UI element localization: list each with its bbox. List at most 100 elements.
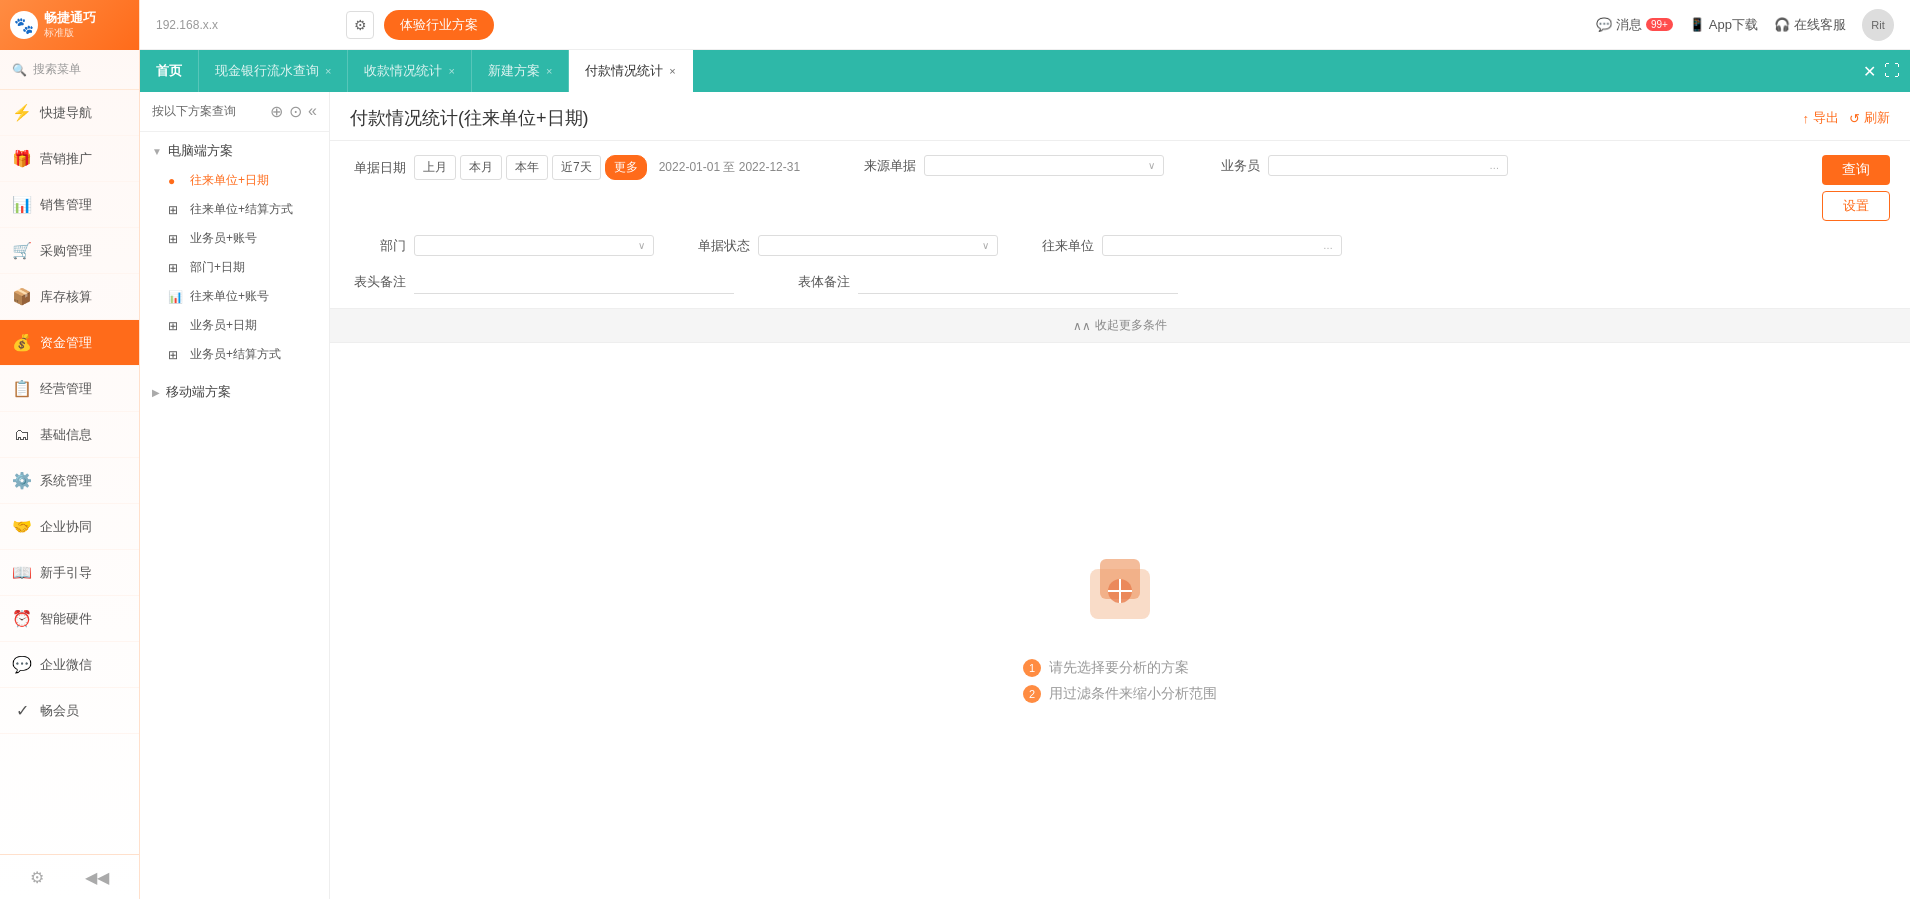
unit-date-icon: ● — [168, 174, 184, 188]
date-this-month[interactable]: 本月 — [460, 155, 502, 180]
tab-payment-stats[interactable]: 付款情况统计 × — [569, 50, 692, 92]
source-filter-group: 来源单据 ∨ — [860, 155, 1164, 176]
sidebar-item-enterprise[interactable]: 🤝 企业协同 — [0, 504, 139, 550]
date-range: 2022-01-01 至 2022-12-31 — [659, 159, 800, 176]
scheme-settings-btn[interactable]: ⊙ — [289, 102, 302, 121]
guide-icon: 📖 — [12, 563, 32, 582]
tab-bank-flow-close[interactable]: × — [325, 65, 331, 77]
enterprise-icon: 🤝 — [12, 517, 32, 536]
sidebar-item-marketing[interactable]: 🎁 营销推广 — [0, 136, 139, 182]
scheme-item-staff-date[interactable]: ⊞ 业务员+日期 — [140, 311, 329, 340]
sidebar-item-purchase[interactable]: 🛒 采购管理 — [0, 228, 139, 274]
export-icon: ↑ — [1803, 111, 1810, 126]
date-last-month[interactable]: 上月 — [414, 155, 456, 180]
scheme-header-actions: ⊕ ⊙ « — [270, 102, 317, 121]
sidebar-item-quick-nav[interactable]: ⚡ 快捷导航 — [0, 90, 139, 136]
sidebar-search[interactable]: 🔍 搜索菜单 — [0, 50, 139, 90]
page-header: 付款情况统计(往来单位+日期) ↑ 导出 ↺ 刷新 — [330, 92, 1910, 141]
partner-select[interactable]: … — [1102, 235, 1342, 256]
page-header-actions: ↑ 导出 ↺ 刷新 — [1803, 109, 1891, 127]
scheme-section-mobile-title[interactable]: ▶ 移动端方案 — [140, 377, 329, 407]
tab-new-scheme-close[interactable]: × — [546, 65, 552, 77]
dept-date-icon: ⊞ — [168, 261, 184, 275]
filter-area: 单据日期 上月 本月 本年 近7天 更多 2022-01-01 至 2022-1… — [330, 141, 1910, 309]
scheme-item-dept-date[interactable]: ⊞ 部门+日期 — [140, 253, 329, 282]
sidebar-logo: 🐾 畅捷通巧 标准版 — [0, 0, 139, 50]
sidebar-item-business[interactable]: 📋 经营管理 — [0, 366, 139, 412]
scheme-item-unit-date[interactable]: ● 往来单位+日期 — [140, 166, 329, 195]
staff-select[interactable]: … — [1268, 155, 1508, 176]
scheme-add-btn[interactable]: ⊕ — [270, 102, 283, 121]
scheme-section-desktop-title[interactable]: ▼ 电脑端方案 — [140, 136, 329, 166]
scheme-section-desktop: ▼ 电脑端方案 ● 往来单位+日期 ⊞ 往来单位+结算方式 ⊞ 业务员+账号 ⊞ — [140, 132, 329, 373]
source-filter-label: 来源单据 — [860, 157, 916, 175]
tab-receipt-stats[interactable]: 收款情况统计 × — [348, 50, 471, 92]
body-note-input[interactable] — [858, 270, 1178, 294]
date-more-btn[interactable]: 更多 — [605, 155, 647, 180]
expand-tab-btn[interactable]: ⛶ — [1884, 62, 1900, 80]
page-title: 付款情况统计(往来单位+日期) — [350, 106, 589, 130]
partner-filter-label: 往来单位 — [1038, 237, 1094, 255]
sidebar-item-guide[interactable]: 📖 新手引导 — [0, 550, 139, 596]
tab-bank-flow[interactable]: 现金银行流水查询 × — [199, 50, 348, 92]
basic-icon: 🗂 — [12, 426, 32, 444]
content-area: 付款情况统计(往来单位+日期) ↑ 导出 ↺ 刷新 — [330, 92, 1910, 899]
collapse-bar[interactable]: ∧∧ 收起更多条件 — [330, 309, 1910, 343]
service-label: 在线客服 — [1794, 16, 1846, 34]
refresh-icon: ↺ — [1849, 111, 1860, 126]
date-this-year[interactable]: 本年 — [506, 155, 548, 180]
tab-receipt-stats-close[interactable]: × — [448, 65, 454, 77]
sidebar-item-system[interactable]: ⚙️ 系统管理 — [0, 458, 139, 504]
user-name: Rit — [1862, 9, 1894, 41]
doc-status-select[interactable]: ∨ — [758, 235, 998, 256]
scheme-item-staff-settle[interactable]: ⊞ 业务员+结算方式 — [140, 340, 329, 369]
app-download-action[interactable]: 📱 App下载 — [1689, 16, 1758, 34]
empty-state: 1 请先选择要分析的方案 2 用过滤条件来缩小分析范围 — [330, 343, 1910, 899]
topbar-actions: 💬 消息 99+ 📱 App下载 🎧 在线客服 Rit — [1596, 9, 1894, 41]
refresh-btn[interactable]: ↺ 刷新 — [1849, 109, 1890, 127]
app-icon: 📱 — [1689, 17, 1705, 32]
header-note-input[interactable] — [414, 270, 734, 294]
footer-collapse-btn[interactable]: ◀◀ — [85, 868, 109, 887]
scheme-collapse-btn[interactable]: « — [308, 102, 317, 121]
partner-select-arrow: … — [1323, 240, 1333, 251]
search-label: 搜索菜单 — [33, 61, 81, 78]
tab-new-scheme[interactable]: 新建方案 × — [472, 50, 569, 92]
date-7days[interactable]: 近7天 — [552, 155, 601, 180]
body-note-label: 表体备注 — [794, 273, 850, 291]
sidebar-item-wechat[interactable]: 💬 企业微信 — [0, 642, 139, 688]
user-avatar[interactable]: Rit — [1862, 9, 1894, 41]
staff-account-icon: ⊞ — [168, 232, 184, 246]
empty-hint-1: 1 请先选择要分析的方案 — [1023, 659, 1217, 677]
query-btn[interactable]: 查询 — [1822, 155, 1890, 185]
message-action[interactable]: 💬 消息 99+ — [1596, 16, 1673, 34]
scheme-item-unit-account[interactable]: 📊 往来单位+账号 — [140, 282, 329, 311]
tab-home[interactable]: 首页 — [140, 50, 199, 92]
source-select[interactable]: ∨ — [924, 155, 1164, 176]
hint-text-2: 用过滤条件来缩小分析范围 — [1049, 685, 1217, 703]
trial-btn[interactable]: 体验行业方案 — [384, 10, 494, 40]
close-all-tabs-btn[interactable]: ✕ — [1863, 62, 1876, 81]
sidebar-item-sales[interactable]: 📊 销售管理 — [0, 182, 139, 228]
tab-payment-stats-close[interactable]: × — [669, 65, 675, 77]
sidebar-item-basic[interactable]: 🗂 基础信息 — [0, 412, 139, 458]
sidebar-item-capital[interactable]: 💰 资金管理 — [0, 320, 139, 366]
sidebar-item-member[interactable]: ✓ 畅会员 — [0, 688, 139, 734]
topbar-settings-btn[interactable]: ⚙ — [346, 11, 374, 39]
wechat-icon: 💬 — [12, 655, 32, 674]
filter-settings-btn[interactable]: 设置 — [1822, 191, 1890, 221]
main-area: 192.168.x.x ⚙ 体验行业方案 💬 消息 99+ 📱 App下载 🎧 … — [140, 0, 1910, 899]
sidebar-item-inventory[interactable]: 📦 库存核算 — [0, 274, 139, 320]
empty-hint-2: 2 用过滤条件来缩小分析范围 — [1023, 685, 1217, 703]
dept-select[interactable]: ∨ — [414, 235, 654, 256]
scheme-section-mobile: ▶ 移动端方案 — [140, 373, 329, 411]
hardware-icon: ⏰ — [12, 609, 32, 628]
service-action[interactable]: 🎧 在线客服 — [1774, 16, 1846, 34]
scheme-item-staff-account[interactable]: ⊞ 业务员+账号 — [140, 224, 329, 253]
export-btn[interactable]: ↑ 导出 — [1803, 109, 1840, 127]
footer-settings-btn[interactable]: ⚙ — [30, 868, 44, 887]
scheme-item-unit-settle[interactable]: ⊞ 往来单位+结算方式 — [140, 195, 329, 224]
source-select-arrow: ∨ — [1148, 160, 1155, 171]
sidebar-item-hardware[interactable]: ⏰ 智能硬件 — [0, 596, 139, 642]
logo-name: 畅捷通巧 — [44, 10, 96, 26]
